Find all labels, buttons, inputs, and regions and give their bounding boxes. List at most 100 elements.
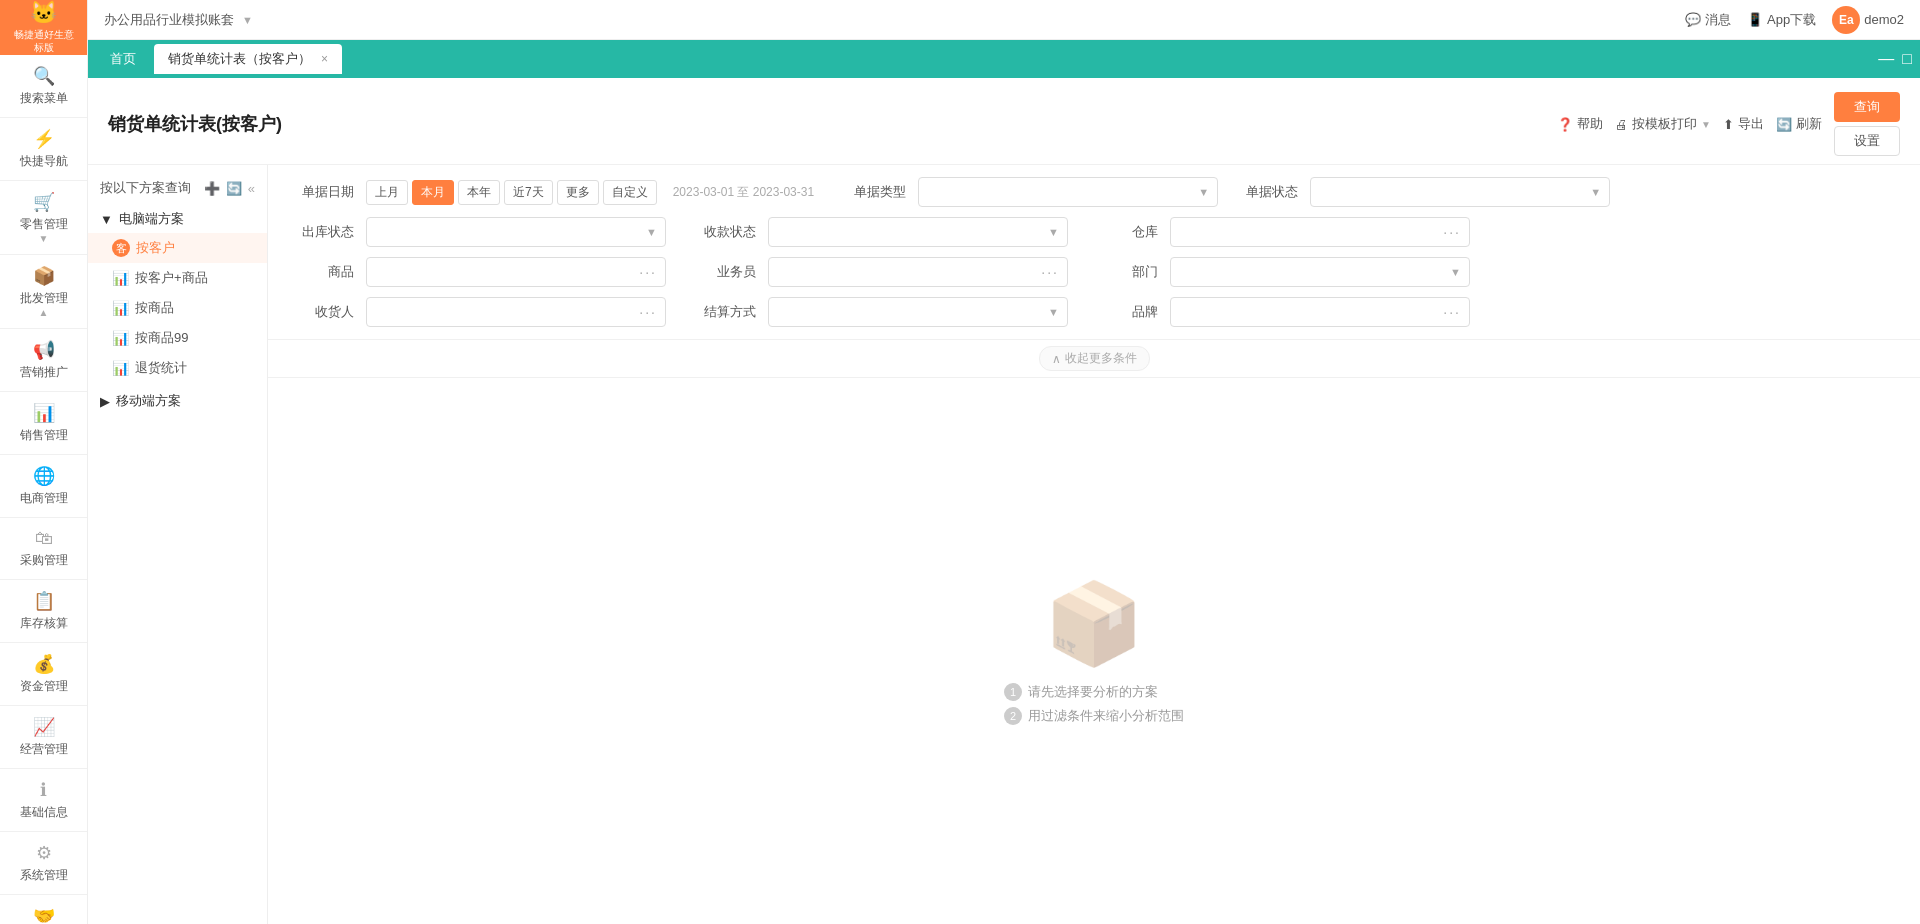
sidebar-label-retail: 零售管理: [20, 216, 68, 233]
tree-item-by-goods[interactable]: 📊 按商品: [88, 293, 267, 323]
date-btn-this-year[interactable]: 本年: [458, 180, 500, 205]
tab-close-button[interactable]: ×: [321, 52, 328, 66]
collapse-button[interactable]: ∧ 收起更多条件: [1039, 346, 1150, 371]
date-btn-last-7-days[interactable]: 近7天: [504, 180, 553, 205]
tree-item-by-goods99[interactable]: 📊 按商品99: [88, 323, 267, 353]
export-label: 导出: [1738, 115, 1764, 133]
settlement-label: 结算方式: [686, 303, 756, 321]
warehouse-label: 仓库: [1088, 223, 1158, 241]
sidebar-item-finance[interactable]: 💰 资金管理: [0, 643, 87, 706]
tab-minimize-button[interactable]: —: [1878, 50, 1894, 68]
receiver-label: 收货人: [284, 303, 354, 321]
settlement-input[interactable]: ▼: [768, 297, 1068, 327]
tab-sales-stat[interactable]: 销货单统计表（按客户） ×: [154, 44, 342, 74]
brand-input[interactable]: ···: [1170, 297, 1470, 327]
dept-input[interactable]: ▼: [1170, 257, 1470, 287]
tree-item-by-customer-goods[interactable]: 📊 按客户+商品: [88, 263, 267, 293]
print-arrow[interactable]: ▼: [1701, 119, 1711, 130]
type-filter-input[interactable]: ▼: [918, 177, 1218, 207]
app-subtitle: 标版: [34, 41, 54, 55]
sidebar-item-search[interactable]: 🔍 搜索菜单: [0, 55, 87, 118]
add-scheme-button[interactable]: ➕: [204, 181, 220, 196]
sidebar-label-inventory: 库存核算: [20, 615, 68, 632]
receiver-dots: ···: [639, 304, 657, 320]
main-area: 办公用品行业模拟账套 ▼ 💬 消息 📱 App下载 Ea demo2 首页: [88, 0, 1920, 924]
refresh-icon: 🔄: [1776, 117, 1792, 132]
empty-tip-1: 1 请先选择要分析的方案: [1004, 683, 1184, 701]
export-icon: ⬆: [1723, 117, 1734, 132]
message-button[interactable]: 💬 消息: [1685, 11, 1731, 29]
date-btn-last-month[interactable]: 上月: [366, 180, 408, 205]
empty-illustration: 📦: [1044, 577, 1144, 671]
employee-label: 业务员: [686, 263, 756, 281]
filter-row-goods: 商品 ··· 业务员 ··· 部门 ▼: [284, 257, 1904, 287]
inventory-icon: 📋: [33, 590, 55, 612]
tab-home[interactable]: 首页: [96, 44, 150, 74]
app-selector[interactable]: 办公用品行业模拟账套: [104, 11, 234, 29]
sidebar-item-ecommerce[interactable]: 🌐 电商管理: [0, 455, 87, 518]
filter-area: 单据日期 上月 本月 本年 近7天 更多 自定义 2023-03-01 至 20…: [268, 165, 1920, 340]
print-label: 按模板打印: [1632, 115, 1697, 133]
sidebar-item-enterprise[interactable]: 🤝 企业协同: [0, 895, 87, 924]
wholesale-icon: 📦: [33, 265, 55, 287]
tree-group-mobile: ▶ 移动端方案: [88, 385, 267, 417]
marketing-icon: 📢: [33, 339, 55, 361]
tree-item-by-customer[interactable]: 客 按客户: [88, 233, 267, 263]
tree-group-desktop-header[interactable]: ▼ 电脑端方案: [88, 205, 267, 233]
dept-arrow: ▼: [1450, 266, 1461, 278]
out-stock-input[interactable]: ▼: [366, 217, 666, 247]
settings-button[interactable]: 设置: [1834, 126, 1900, 156]
sidebar-item-quick-nav[interactable]: ⚡ 快捷导航: [0, 118, 87, 181]
sidebar-label-finance: 资金管理: [20, 678, 68, 695]
date-btn-more[interactable]: 更多: [557, 180, 599, 205]
print-button[interactable]: 🖨 按模板打印 ▼: [1615, 115, 1711, 133]
receive-input[interactable]: ▼: [768, 217, 1068, 247]
help-button[interactable]: ❓ 帮助: [1557, 115, 1603, 133]
sidebar-item-business[interactable]: 📈 经营管理: [0, 706, 87, 769]
sidebar-item-sales[interactable]: 📊 销售管理: [0, 392, 87, 455]
chart-icon-3: 📊: [112, 330, 129, 346]
sidebar-item-system[interactable]: ⚙ 系统管理: [0, 832, 87, 895]
refresh-scheme-button[interactable]: 🔄: [226, 181, 242, 196]
sidebar-item-marketing[interactable]: 📢 营销推广: [0, 329, 87, 392]
sidebar-label-system: 系统管理: [20, 867, 68, 884]
username-label: demo2: [1864, 12, 1904, 27]
finance-icon: 💰: [33, 653, 55, 675]
tree-item-by-customer-goods-label: 按客户+商品: [135, 269, 208, 287]
date-btn-custom[interactable]: 自定义: [603, 180, 657, 205]
sidebar-item-retail[interactable]: 🛒 零售管理 ▼: [0, 181, 87, 255]
page-header: 销货单统计表(按客户) ❓ 帮助 🖨 按模板打印 ▼ ⬆ 导出 🔄 刷新: [88, 78, 1920, 165]
ecommerce-icon: 🌐: [33, 465, 55, 487]
collapse-panel-button[interactable]: «: [248, 181, 255, 196]
receiver-input[interactable]: ···: [366, 297, 666, 327]
user-profile[interactable]: Ea demo2: [1832, 6, 1904, 34]
chart-icon-4: 📊: [112, 360, 129, 376]
collapse-bar: ∧ 收起更多条件: [268, 340, 1920, 378]
sales-icon: 📊: [33, 402, 55, 424]
sidebar-label-marketing: 营销推广: [20, 364, 68, 381]
sidebar-item-basic[interactable]: ℹ 基础信息: [0, 769, 87, 832]
app-logo[interactable]: 🐱 畅捷通好生意 标版: [0, 0, 88, 55]
top-header: 办公用品行业模拟账套 ▼ 💬 消息 📱 App下载 Ea demo2: [88, 0, 1920, 40]
date-btn-this-month[interactable]: 本月: [412, 180, 454, 205]
tab-expand-actions: — □: [1878, 50, 1912, 68]
receive-arrow: ▼: [1048, 226, 1059, 238]
refresh-button[interactable]: 🔄 刷新: [1776, 115, 1822, 133]
tree-group-mobile-header[interactable]: ▶ 移动端方案: [88, 387, 267, 415]
purchase-icon: 🛍: [35, 528, 53, 549]
receive-label: 收款状态: [686, 223, 756, 241]
tree-item-return-stats[interactable]: 📊 退货统计: [88, 353, 267, 383]
tab-maximize-button[interactable]: □: [1902, 50, 1912, 68]
goods-input[interactable]: ···: [366, 257, 666, 287]
query-button[interactable]: 查询: [1834, 92, 1900, 122]
export-button[interactable]: ⬆ 导出: [1723, 115, 1764, 133]
app-download-button[interactable]: 📱 App下载: [1747, 11, 1816, 29]
employee-input[interactable]: ···: [768, 257, 1068, 287]
status-filter-input[interactable]: ▼: [1310, 177, 1610, 207]
sidebar-item-inventory[interactable]: 📋 库存核算: [0, 580, 87, 643]
tab-home-label: 首页: [110, 50, 136, 68]
warehouse-input[interactable]: ···: [1170, 217, 1470, 247]
sidebar-item-purchase[interactable]: 🛍 采购管理: [0, 518, 87, 580]
app-selector-arrow[interactable]: ▼: [242, 14, 253, 26]
sidebar-item-wholesale[interactable]: 📦 批发管理 ▲: [0, 255, 87, 329]
